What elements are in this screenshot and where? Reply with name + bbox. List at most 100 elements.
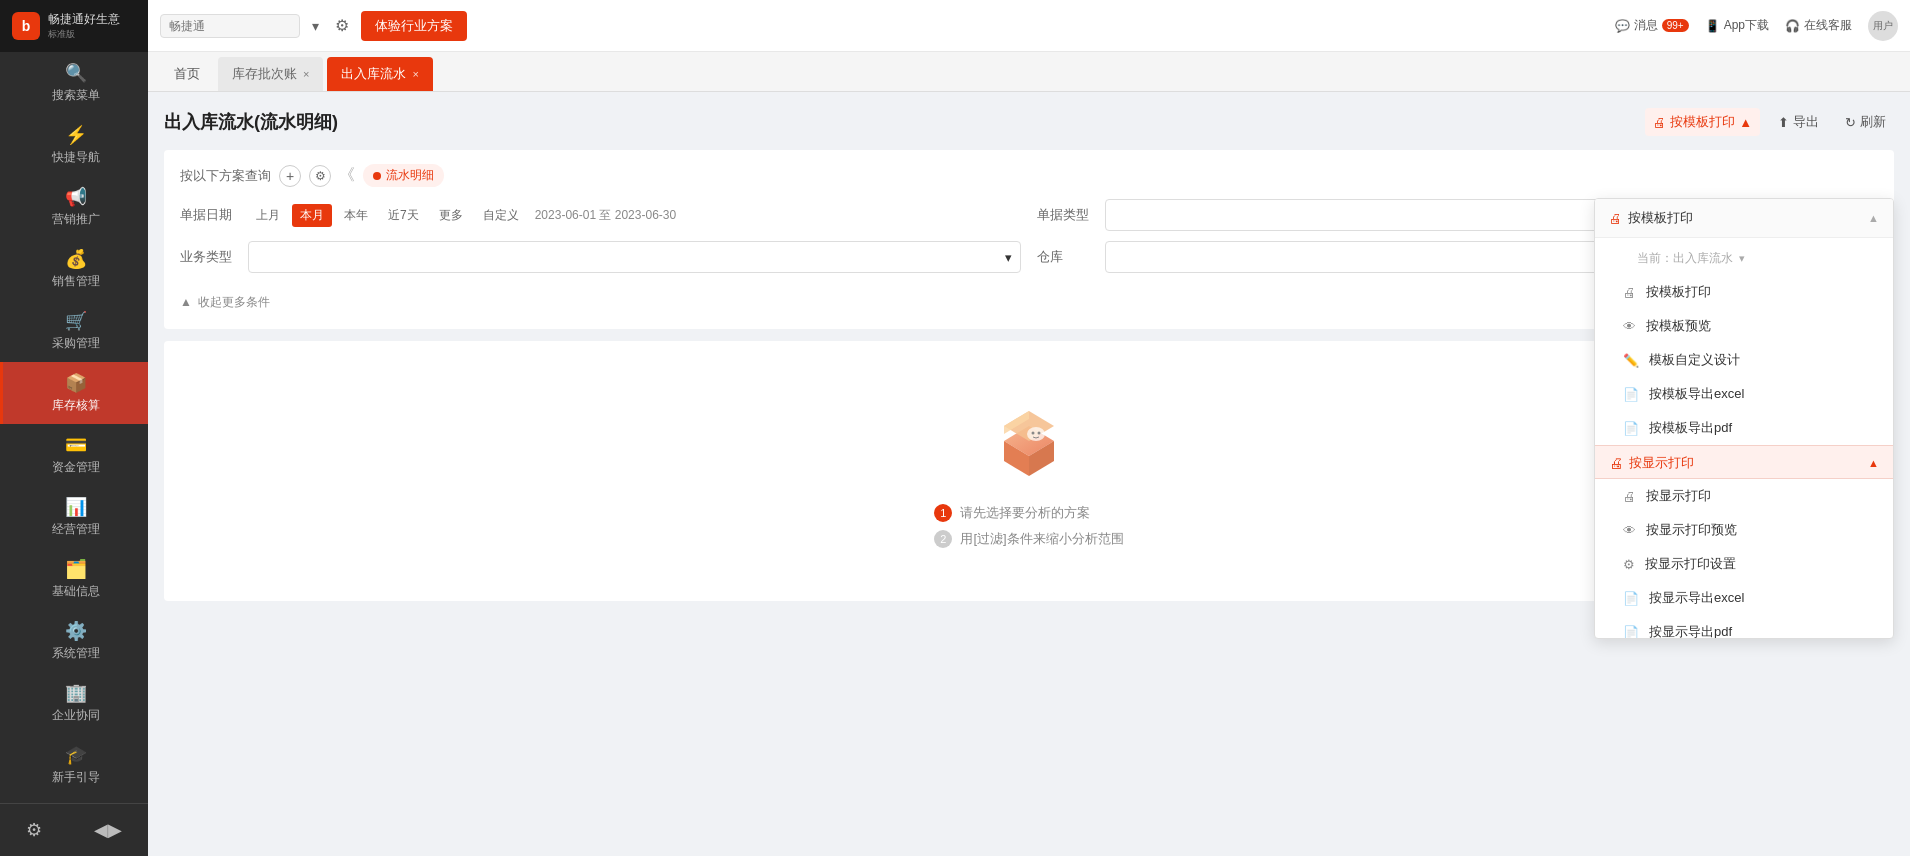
sidebar-item-newbie[interactable]: 🎓 新手引导: [0, 734, 148, 796]
date-opt-this-month[interactable]: 本月: [292, 204, 332, 227]
online-service-action[interactable]: 🎧 在线客服: [1785, 17, 1852, 34]
sidebar-item-marketing[interactable]: 📢 营销推广: [0, 176, 148, 238]
empty-steps: 1 请先选择要分析的方案 2 用[过滤]条件来缩小分析范围: [934, 500, 1123, 552]
svg-point-5: [1027, 427, 1045, 441]
message-action[interactable]: 💬 消息 99+: [1615, 17, 1689, 34]
filter-add-button[interactable]: +: [279, 165, 301, 187]
display-printer-icon: 🖨: [1623, 489, 1636, 504]
dropdown-item-template-export-excel[interactable]: 📄 按模板导出excel: [1595, 377, 1893, 411]
display-print-section-header[interactable]: 🖨 按显示打印 ▲: [1595, 445, 1893, 479]
template-print-label: 按模板打印: [1670, 113, 1735, 131]
dropdown-item-display-print[interactable]: 🖨 按显示打印: [1595, 479, 1893, 513]
step-num-1: 1: [934, 504, 952, 522]
dropdown-item-display-export-excel[interactable]: 📄 按显示导出excel: [1595, 581, 1893, 615]
tab-close-inventory-batch[interactable]: ×: [303, 68, 309, 80]
tab-close-inout-flow[interactable]: ×: [412, 68, 418, 80]
display-excel-icon: 📄: [1623, 591, 1639, 606]
page-title-bar: 出入库流水(流水明细) 🖨 按模板打印 ▲ ⬆ 导出 ↻ 刷新: [164, 108, 1894, 136]
sidebar-item-label: 系统管理: [52, 645, 100, 662]
settings-icon[interactable]: ⚙: [21, 814, 47, 846]
tab-bar: 首页 库存批次账 × 出入库流水 ×: [148, 52, 1910, 92]
message-badge: 99+: [1662, 19, 1689, 32]
date-opt-7days[interactable]: 近7天: [380, 204, 427, 227]
tab-home[interactable]: 首页: [160, 57, 214, 91]
dropdown-item-template-preview[interactable]: 👁 按模板预览: [1595, 309, 1893, 343]
chevron-up-icon: ▲: [180, 295, 192, 309]
dropdown-item-display-print-settings[interactable]: ⚙ 按显示打印设置: [1595, 547, 1893, 581]
printer-icon: 🖨: [1609, 211, 1622, 226]
finance-icon: 💳: [65, 434, 87, 456]
sidebar-item-corp[interactable]: 🏢 企业协同: [0, 672, 148, 734]
app-download-action[interactable]: 📱 App下载: [1705, 17, 1769, 34]
sidebar-item-inventory[interactable]: 📦 库存核算: [0, 362, 148, 424]
collapse-label: 收起更多条件: [198, 294, 270, 311]
sidebar-item-finance[interactable]: 💳 资金管理: [0, 424, 148, 486]
filter-settings-button[interactable]: ⚙: [309, 165, 331, 187]
sidebar-item-label: 采购管理: [52, 335, 100, 352]
template-print-dropdown: 🖨 按模板打印 ▲ 按模板打印 当前：出入库流水 ▾ 🖨 按模板打印: [1594, 198, 1894, 639]
date-opt-last-month[interactable]: 上月: [248, 204, 288, 227]
dropdown-title: 按模板打印: [1628, 209, 1693, 227]
export-btn[interactable]: ⬆ 导出: [1770, 108, 1827, 136]
sidebar-item-label: 企业协同: [52, 707, 100, 724]
date-opt-more[interactable]: 更多: [431, 204, 471, 227]
sidebar-item-operations[interactable]: 📊 经营管理: [0, 486, 148, 548]
display-eye-icon: 👁: [1623, 523, 1636, 538]
sidebar-item-purchase[interactable]: 🛒 采购管理: [0, 300, 148, 362]
dropdown-item-display-preview[interactable]: 👁 按显示打印预览: [1595, 513, 1893, 547]
date-options: 上月 本月 本年 近7天 更多 自定义: [248, 204, 527, 227]
display-print-collapse-arrow[interactable]: ▲: [1868, 457, 1879, 469]
chevron-up-icon: ▲: [1739, 115, 1752, 130]
refresh-btn[interactable]: ↻ 刷新: [1837, 108, 1894, 136]
warehouse-label: 仓库: [1037, 248, 1097, 266]
sidebar-logo: b 畅捷通好生意 标准版: [0, 0, 148, 52]
sidebar-item-quick-nav[interactable]: ⚡ 快捷导航: [0, 114, 148, 176]
edit-icon: ✏️: [1623, 353, 1639, 368]
collapse-menu-icon[interactable]: ◀▶: [89, 814, 127, 846]
dropdown-item-template-custom[interactable]: ✏️ 模板自定义设计: [1595, 343, 1893, 377]
filter-collapse-icon[interactable]: 《: [339, 165, 355, 186]
filter-chip: 流水明细: [363, 164, 444, 187]
operations-icon: 📊: [65, 496, 87, 518]
sidebar-item-base[interactable]: 🗂️ 基础信息: [0, 548, 148, 610]
excel-icon: 📄: [1623, 387, 1639, 402]
refresh-icon: ↻: [1845, 115, 1856, 130]
step1-label: 请先选择要分析的方案: [960, 500, 1090, 526]
collapse-button[interactable]: ▲ 收起更多条件: [180, 288, 270, 311]
sidebar-item-app-center[interactable]: 📱 应用中心: [0, 796, 148, 803]
current-expand-arrow[interactable]: ▾: [1739, 252, 1745, 265]
main-area: ▾ ⚙ 体验行业方案 💬 消息 99+ 📱 App下载 🎧 在线客服 用户 首页: [148, 0, 1910, 856]
tab-inout-flow-label: 出入库流水: [341, 65, 406, 83]
filter-header: 按以下方案查询 + ⚙ 《 流水明细: [180, 164, 1878, 187]
empty-step-2: 2 用[过滤]条件来缩小分析范围: [934, 526, 1123, 552]
date-opt-this-year[interactable]: 本年: [336, 204, 376, 227]
dropdown-item-display-export-pdf[interactable]: 📄 按显示导出pdf: [1595, 615, 1893, 638]
sidebar-scroll: 🔍 搜索菜单 ⚡ 快捷导航 📢 营销推广 💰 销售管理 🛒 采购管理 📦 库存核…: [0, 52, 148, 803]
template-print-btn[interactable]: 🖨 按模板打印 ▲: [1645, 108, 1760, 136]
tab-inout-flow[interactable]: 出入库流水 ×: [327, 57, 432, 91]
sidebar-item-sales[interactable]: 💰 销售管理: [0, 238, 148, 300]
date-opt-custom[interactable]: 自定义: [475, 204, 527, 227]
breadcrumb-input[interactable]: [160, 14, 300, 38]
sidebar-item-label: 搜索菜单: [52, 87, 100, 104]
header-dropdown-icon[interactable]: ▾: [308, 14, 323, 38]
message-icon: 💬: [1615, 19, 1630, 33]
display-pdf-icon: 📄: [1623, 625, 1639, 639]
page-actions: 🖨 按模板打印 ▲ ⬆ 导出 ↻ 刷新 × ⛶: [1645, 108, 1894, 136]
dropdown-item-template-export-pdf[interactable]: 📄 按模板导出pdf: [1595, 411, 1893, 445]
dropdown-expand-arrow[interactable]: ▲: [1868, 212, 1879, 224]
dropdown-item-template-print[interactable]: 🖨 按模板打印: [1595, 275, 1893, 309]
header-right: 💬 消息 99+ 📱 App下载 🎧 在线客服 用户: [1615, 11, 1898, 41]
display-settings-icon: ⚙: [1623, 557, 1635, 572]
sidebar-item-label: 库存核算: [52, 397, 100, 414]
header-gear-icon[interactable]: ⚙: [331, 12, 353, 39]
inventory-icon: 📦: [65, 372, 87, 394]
user-avatar[interactable]: 用户: [1868, 11, 1898, 41]
tab-inventory-batch[interactable]: 库存批次账 ×: [218, 57, 323, 91]
sidebar-item-search[interactable]: 🔍 搜索菜单: [0, 52, 148, 114]
trial-button[interactable]: 体验行业方案: [361, 11, 467, 41]
pdf-icon: 📄: [1623, 421, 1639, 436]
display-print-header-icon: 🖨: [1609, 455, 1623, 471]
biz-type-select[interactable]: ▾: [248, 241, 1021, 273]
sidebar-item-system[interactable]: ⚙️ 系统管理: [0, 610, 148, 672]
